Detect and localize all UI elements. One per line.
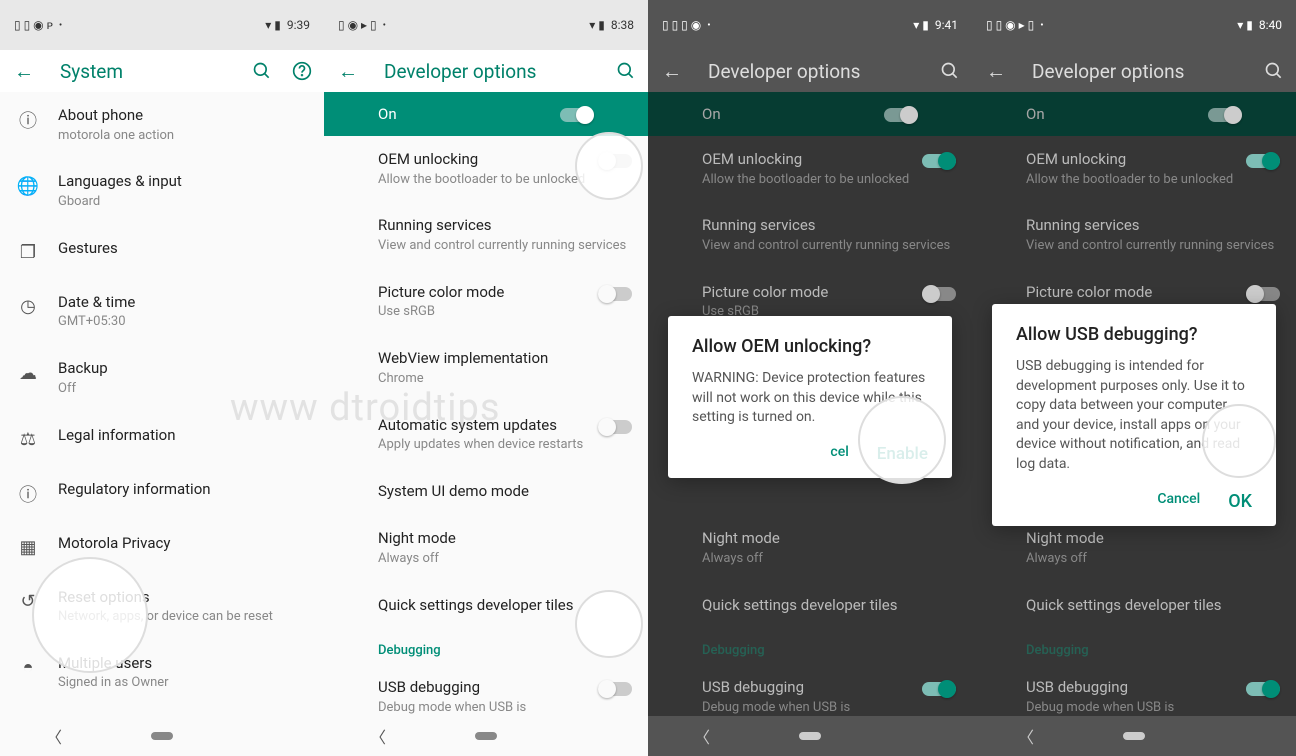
grid-icon: ▦	[16, 536, 40, 560]
toggle-picture[interactable]	[598, 285, 632, 303]
page-title: System	[60, 60, 252, 83]
toggle-auto[interactable]	[598, 418, 632, 436]
dialog-title: Allow USB debugging?	[1016, 324, 1252, 345]
clock-icon: ◷	[16, 295, 40, 319]
status-bar: ▯ ▯ ◉ ▸ ▯• ▾ ▮8:40	[972, 0, 1296, 50]
back-icon[interactable]: ←	[984, 59, 1008, 83]
highlight-circle	[858, 396, 946, 484]
help-icon[interactable]	[292, 61, 312, 81]
nav-back[interactable]: 〈	[24, 724, 84, 748]
item-night-mode[interactable]: Night modeAlways off	[324, 515, 648, 581]
item-webview[interactable]: WebView implementationChrome	[324, 335, 648, 401]
cloud-icon: ☁	[16, 361, 40, 385]
highlight-circle	[1202, 404, 1276, 478]
person-icon: ◓	[16, 656, 40, 680]
status-bar: ▯ ▯ ▯ ◉• ▾ ▮9:41	[648, 0, 972, 50]
back-icon[interactable]: ←	[336, 59, 360, 83]
gestures-icon: ❐	[16, 241, 40, 265]
nav-home[interactable]	[1104, 732, 1164, 740]
back-icon[interactable]: ←	[660, 59, 684, 83]
item-usb-debugging[interactable]: USB debuggingDebug mode when USB is conn…	[324, 664, 648, 716]
toggle-picture[interactable]	[1246, 285, 1280, 303]
nav-bar: 〈	[972, 716, 1296, 756]
info-icon: ⓘ	[16, 108, 40, 132]
dialog-title: Allow OEM unlocking?	[692, 336, 928, 357]
nav-back[interactable]: 〈	[672, 724, 732, 748]
toggle-oem[interactable]	[922, 152, 956, 170]
cancel-button[interactable]: Cancel	[1157, 491, 1200, 512]
item-backup[interactable]: ☁BackupOff	[0, 345, 324, 411]
item-legal[interactable]: ⚖Legal information	[0, 412, 324, 466]
app-bar: ← Developer options	[972, 50, 1296, 92]
item-developer-options[interactable]: { }Developer options	[0, 706, 324, 716]
item-oem-unlocking[interactable]: OEM unlockingAllow the bootloader to be …	[648, 136, 972, 202]
item-date-time[interactable]: ◷Date & timeGMT+05:30	[0, 279, 324, 345]
master-switch[interactable]: On	[324, 92, 648, 136]
nav-bar: 〈	[648, 716, 972, 756]
item-quick-settings-tiles[interactable]: Quick settings developer tiles	[648, 582, 972, 630]
status-bar: ▯ ▯ ◉ ᴘ• ▾ ▮9:39	[0, 0, 324, 50]
page-title: Developer options	[1032, 60, 1264, 83]
nav-bar: 〈	[0, 716, 324, 756]
nav-home[interactable]	[132, 732, 192, 740]
item-privacy[interactable]: ▦Motorola Privacy	[0, 520, 324, 574]
item-languages[interactable]: 🌐Languages & inputGboard	[0, 158, 324, 224]
app-bar: ← Developer options	[324, 50, 648, 92]
search-icon[interactable]	[616, 61, 636, 81]
status-bar: ▯ ◉ ▸ ▯• ▾ ▮8:38	[324, 0, 648, 50]
nav-back[interactable]: 〈	[996, 724, 1056, 748]
item-demo-mode[interactable]: System UI demo mode	[324, 468, 648, 516]
nav-bar: 〈	[324, 716, 648, 756]
nav-home[interactable]	[456, 732, 516, 740]
item-night-mode[interactable]: Night modeAlways off	[648, 515, 972, 581]
toggle-usb[interactable]	[598, 680, 632, 698]
highlight-circle	[575, 132, 643, 200]
item-regulatory[interactable]: ⓘRegulatory information	[0, 466, 324, 520]
item-oem-unlocking[interactable]: OEM unlockingAllow the bootloader to be …	[972, 136, 1296, 202]
item-running-services[interactable]: Running servicesView and control current…	[324, 202, 648, 268]
toggle-usb[interactable]	[1246, 680, 1280, 698]
search-icon[interactable]	[1264, 61, 1284, 81]
globe-icon: 🌐	[16, 174, 40, 198]
item-auto-updates[interactable]: Automatic system updatesApply updates wh…	[324, 402, 648, 468]
search-icon[interactable]	[940, 61, 960, 81]
toggle-picture[interactable]	[922, 285, 956, 303]
info-icon: ⓘ	[16, 482, 40, 506]
search-icon[interactable]	[252, 61, 272, 81]
app-bar: ← System	[0, 50, 324, 92]
item-running-services[interactable]: Running servicesView and control current…	[972, 202, 1296, 268]
item-usb-debugging[interactable]: USB debuggingDebug mode when USB is conn…	[648, 664, 972, 716]
item-running-services[interactable]: Running servicesView and control current…	[648, 202, 972, 268]
toggle-oem[interactable]	[1246, 152, 1280, 170]
back-icon[interactable]: ←	[12, 59, 36, 83]
nav-home[interactable]	[780, 732, 840, 740]
cancel-button[interactable]: cel	[830, 444, 848, 464]
item-picture-color[interactable]: Picture color modeUse sRGB	[324, 269, 648, 335]
item-about-phone[interactable]: ⓘAbout phonemotorola one action	[0, 92, 324, 158]
item-gestures[interactable]: ❐Gestures	[0, 225, 324, 279]
page-title: Developer options	[384, 60, 616, 83]
nav-back[interactable]: 〈	[348, 724, 408, 748]
ok-button[interactable]: OK	[1228, 491, 1252, 512]
highlight-circle	[32, 557, 148, 673]
page-title: Developer options	[708, 60, 940, 83]
highlight-circle	[575, 590, 643, 658]
app-bar: ← Developer options	[648, 50, 972, 92]
toggle-usb[interactable]	[922, 680, 956, 698]
balance-icon: ⚖	[16, 428, 40, 452]
item-usb-debugging[interactable]: USB debuggingDebug mode when USB is conn…	[972, 664, 1296, 716]
item-quick-settings-tiles[interactable]: Quick settings developer tiles	[972, 582, 1296, 630]
